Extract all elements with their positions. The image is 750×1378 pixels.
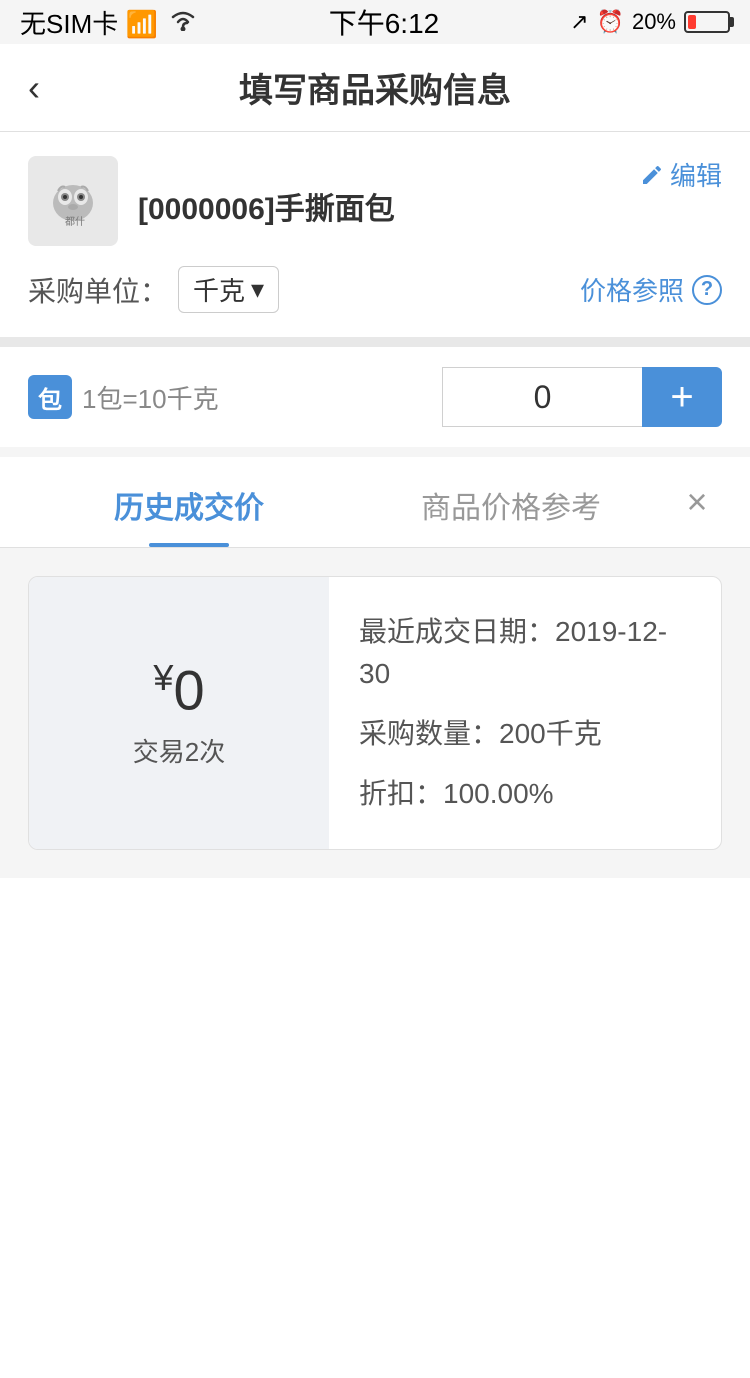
yen-symbol: ¥: [153, 657, 173, 698]
discount-row: 折扣：100.00%: [359, 773, 691, 815]
unit-row: 采购单位： 千克 ▾: [28, 266, 279, 313]
status-bar: 无SIM卡 📶 下午6:12 ↗ ⏰ 20%: [0, 0, 750, 44]
tab-history-price[interactable]: 历史成交价: [28, 457, 350, 547]
price-card: ¥0 交易2次 最近成交日期：2019-12-30 采购数量：200千克 折扣：…: [28, 576, 722, 850]
unit-label: 采购单位：: [28, 270, 168, 310]
price-summary-panel: ¥0 交易2次: [29, 577, 329, 849]
quantity-label: 包 1包=10千克: [28, 375, 219, 419]
location-icon: ↗: [570, 9, 588, 35]
product-name: [0000006]手撕面包: [138, 184, 395, 228]
svg-text:都什: 都什: [65, 216, 85, 228]
battery-percent: 20%: [632, 9, 676, 35]
quantity-input[interactable]: [442, 367, 642, 427]
tab-price-ref[interactable]: 商品价格参考: [350, 457, 672, 547]
purchase-qty-value: 200千克: [499, 718, 602, 749]
unit-select[interactable]: 千克 ▾: [178, 266, 279, 313]
status-time: 下午6:12: [329, 2, 440, 42]
close-button[interactable]: ×: [672, 477, 722, 527]
product-info: 都什 [0000006]手撕面包: [28, 156, 395, 246]
help-icon: ?: [692, 275, 722, 305]
price-detail-panel: 最近成交日期：2019-12-30 采购数量：200千克 折扣：100.00%: [329, 577, 721, 849]
page-rest: [0, 878, 750, 1378]
wifi-icon: [168, 7, 198, 38]
unit-conversion-text: 1包=10千克: [82, 379, 219, 416]
product-logo-icon: 都什: [43, 171, 103, 231]
edit-label: 编辑: [670, 156, 722, 193]
battery-icon: [684, 11, 730, 33]
carrier-text: 无SIM卡 📶: [20, 4, 158, 41]
back-button[interactable]: ‹: [28, 67, 40, 109]
edit-icon: [640, 163, 664, 187]
tab-history-label: 历史成交价: [114, 492, 264, 525]
quantity-row: 包 1包=10千克 +: [0, 347, 750, 447]
qty-unit-text: 包: [38, 380, 62, 415]
unit-value: 千克: [193, 271, 245, 308]
price-ref-label: 价格参照: [580, 271, 684, 308]
tabs-bar: 历史成交价 商品价格参考 ×: [0, 457, 750, 548]
discount-label: 折扣：: [359, 778, 443, 809]
product-bottom-row: 采购单位： 千克 ▾ 价格参照 ?: [28, 266, 722, 313]
product-image: 都什: [28, 156, 118, 246]
purchase-qty-label: 采购数量：: [359, 718, 499, 749]
dropdown-icon: ▾: [251, 274, 264, 305]
price-value: 0: [173, 658, 204, 721]
status-right-group: ↗ ⏰ 20%: [570, 9, 730, 35]
alarm-icon: ⏰: [597, 9, 624, 35]
product-card: 都什 [0000006]手撕面包 编辑 采购单位： 千克 ▾ 价格参照: [0, 132, 750, 337]
recent-date-label: 最近成交日期：: [359, 616, 555, 647]
section-divider: [0, 337, 750, 347]
price-ref-button[interactable]: 价格参照 ?: [580, 271, 722, 308]
quantity-controls: +: [442, 367, 722, 427]
product-top-row: 都什 [0000006]手撕面包 编辑: [28, 156, 722, 246]
edit-button[interactable]: 编辑: [640, 156, 722, 193]
tab-price-ref-label: 商品价格参考: [421, 492, 601, 525]
price-display: ¥0: [153, 657, 204, 723]
recent-date-row: 最近成交日期：2019-12-30: [359, 611, 691, 695]
plus-icon: +: [670, 375, 693, 420]
nav-bar: ‹ 填写商品采购信息: [0, 44, 750, 132]
price-history-section: ¥0 交易2次 最近成交日期：2019-12-30 采购数量：200千克 折扣：…: [0, 548, 750, 878]
trades-count: 交易2次: [133, 732, 225, 769]
qty-unit-badge: 包: [28, 375, 72, 419]
status-carrier: 无SIM卡 📶: [20, 4, 198, 41]
plus-button[interactable]: +: [642, 367, 722, 427]
discount-value: 100.00%: [443, 778, 554, 809]
page-title: 填写商品采购信息: [239, 63, 511, 112]
purchase-qty-row: 采购数量：200千克: [359, 713, 691, 755]
